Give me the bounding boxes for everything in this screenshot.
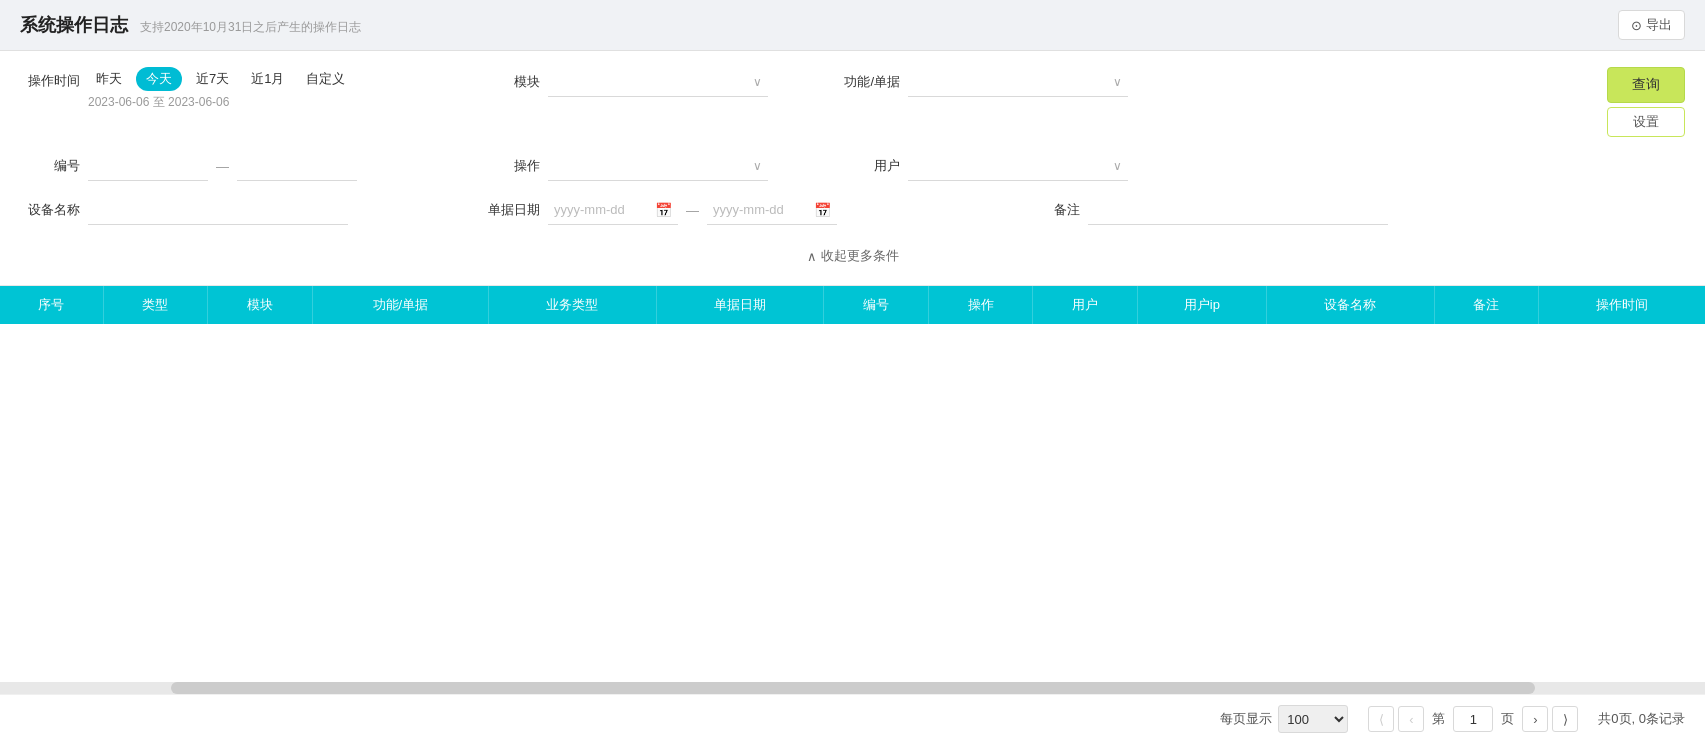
header-left: 系统操作日志 支持2020年10月31日之后产生的操作日志 [20,13,361,37]
filter-row-2: 编号 — 操作 ∨ 用户 [20,151,1685,181]
operation-label: 操作 [480,157,540,175]
table-header-row: 序号 类型 模块 功能/单据 业务类型 单据日期 编号 操作 用户 用户ip 设… [0,286,1705,324]
date-to-wrapper: 📅 [707,195,837,225]
page-size-wrapper: 每页显示 100 50 200 500 [1220,705,1348,733]
next-page-btn[interactable]: › [1522,706,1548,732]
data-table: 序号 类型 模块 功能/单据 业务类型 单据日期 编号 操作 用户 用户ip 设… [0,286,1705,674]
empty-row [0,324,1705,674]
page-number-input[interactable] [1453,706,1493,732]
page-unit: 页 [1501,710,1514,728]
page-size-select[interactable]: 100 50 200 500 [1278,705,1348,733]
settings-button[interactable]: 设置 [1607,107,1685,137]
col-user-ip: 用户ip [1137,286,1266,324]
user-select[interactable] [908,151,1128,181]
prev-page-btn[interactable]: ‹ [1398,706,1424,732]
device-label: 设备名称 [20,201,80,219]
horizontal-scrollbar[interactable] [0,682,1705,694]
date-from-wrapper: 📅 [548,195,678,225]
page-size-label: 每页显示 [1220,710,1272,728]
module-select[interactable] [548,67,768,97]
number-label: 编号 [20,157,80,175]
col-seq: 序号 [0,286,103,324]
total-label: 共0页, 0条记录 [1598,710,1685,728]
time-yesterday-btn[interactable]: 昨天 [88,67,130,91]
col-func: 功能/单据 [312,286,488,324]
time-custom-btn[interactable]: 自定义 [298,67,353,91]
export-icon: ⊙ [1631,18,1642,33]
page-header: 系统操作日志 支持2020年10月31日之后产生的操作日志 ⊙ 导出 [0,0,1705,51]
time-last7-btn[interactable]: 近7天 [188,67,237,91]
number-input-to[interactable] [237,151,357,181]
number-input-from[interactable] [88,151,208,181]
remark-input[interactable] [1088,195,1388,225]
col-user: 用户 [1033,286,1137,324]
time-options: 昨天 今天 近7天 近1月 自定义 [88,67,353,91]
date-dash: — [686,203,699,218]
user-label: 用户 [840,157,900,175]
number-dash: — [216,159,229,174]
calendar-to-icon[interactable]: 📅 [814,202,831,218]
col-operation: 操作 [928,286,1032,324]
col-voucher-date: 单据日期 [656,286,824,324]
func-label: 功能/单据 [840,73,900,91]
module-select-wrapper: ∨ [548,67,768,97]
filter-area: 操作时间 昨天 今天 近7天 近1月 自定义 2023-06-06 至 2023… [0,51,1705,286]
table-header: 序号 类型 模块 功能/单据 业务类型 单据日期 编号 操作 用户 用户ip 设… [0,286,1705,324]
action-buttons: 查询 设置 [1607,67,1685,137]
operation-select[interactable] [548,151,768,181]
func-select[interactable] [908,67,1128,97]
scrollbar-thumb[interactable] [171,682,1535,694]
export-label: 导出 [1646,16,1672,34]
query-button[interactable]: 查询 [1607,67,1685,103]
voucher-date-label: 单据日期 [480,201,540,219]
col-remark: 备注 [1434,286,1538,324]
col-biz-type: 业务类型 [489,286,657,324]
collapse-row: ∧ 收起更多条件 [20,239,1685,269]
time-col: 昨天 今天 近7天 近1月 自定义 2023-06-06 至 2023-06-0… [88,67,353,111]
time-today-btn[interactable]: 今天 [136,67,182,91]
time-last1month-btn[interactable]: 近1月 [243,67,292,91]
table-container: 序号 类型 模块 功能/单据 业务类型 单据日期 编号 操作 用户 用户ip 设… [0,286,1705,682]
operation-select-wrapper: ∨ [548,151,768,181]
col-device: 设备名称 [1266,286,1434,324]
module-label: 模块 [480,73,540,91]
last-page-btn[interactable]: ⟩ [1552,706,1578,732]
collapse-button[interactable]: ∧ 收起更多条件 [807,247,899,265]
col-number: 编号 [824,286,928,324]
collapse-icon: ∧ [807,249,817,264]
pagination-bar: 每页显示 100 50 200 500 ⟨ ‹ 第 页 › ⟩ 共0页, 0条记… [0,694,1705,743]
first-page-btn[interactable]: ⟨ [1368,706,1394,732]
func-select-wrapper: ∨ [908,67,1128,97]
page-title: 系统操作日志 [20,13,128,37]
collapse-label: 收起更多条件 [821,247,899,265]
col-op-time: 操作时间 [1538,286,1705,324]
page-label: 第 [1432,710,1445,728]
user-select-wrapper: ∨ [908,151,1128,181]
col-module: 模块 [208,286,312,324]
col-type: 类型 [103,286,207,324]
pagination-nav: ⟨ ‹ 第 页 › ⟩ [1368,706,1578,732]
time-range-text: 2023-06-06 至 2023-06-06 [88,94,353,111]
table-body [0,324,1705,674]
time-label: 操作时间 [20,72,80,90]
page-subtitle: 支持2020年10月31日之后产生的操作日志 [140,19,361,36]
filter-row-1: 操作时间 昨天 今天 近7天 近1月 自定义 2023-06-06 至 2023… [20,67,1685,137]
filter-row-3: 设备名称 单据日期 📅 — 📅 备注 [20,195,1685,225]
remark-label: 备注 [1020,201,1080,219]
export-button[interactable]: ⊙ 导出 [1618,10,1685,40]
calendar-from-icon[interactable]: 📅 [655,202,672,218]
device-input[interactable] [88,195,348,225]
